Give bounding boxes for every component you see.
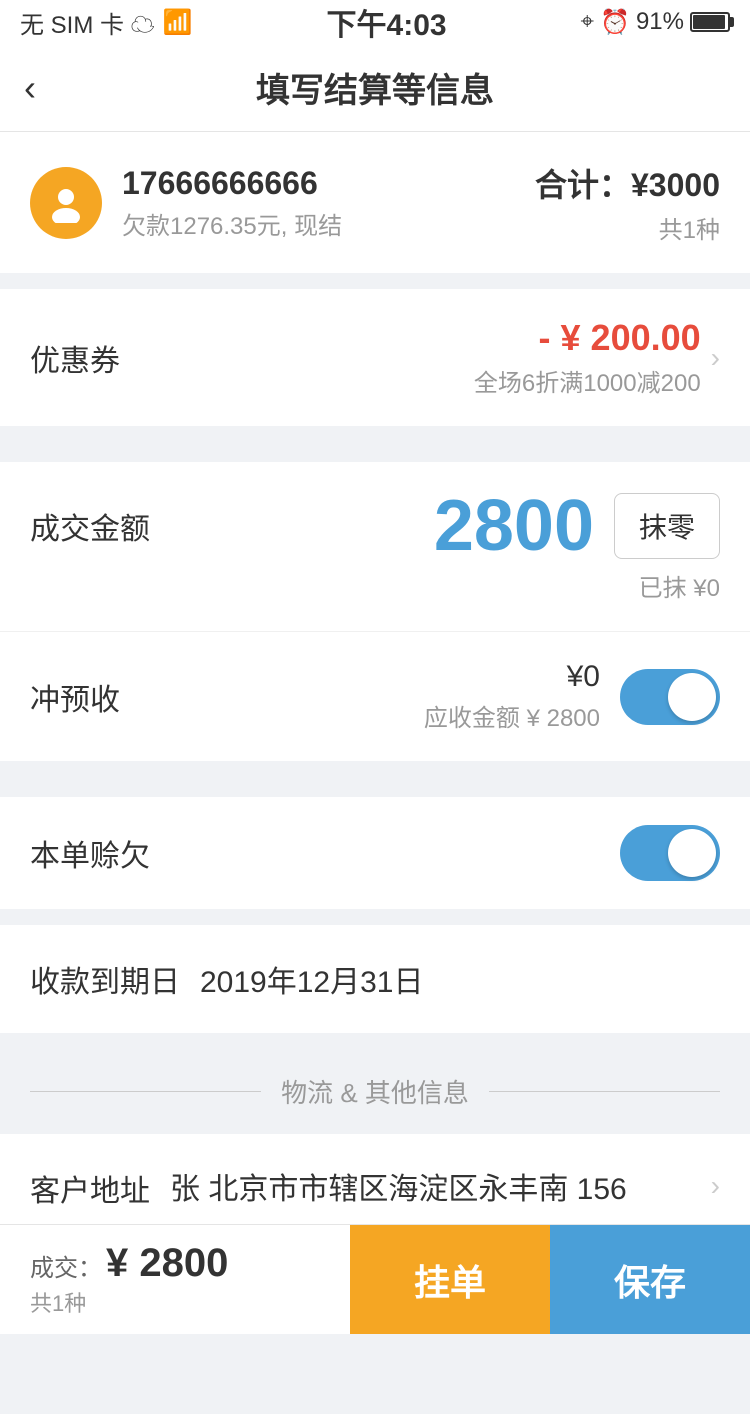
coupon-right: - ¥ 200.00 全场6折满1000减200 <box>120 317 701 398</box>
customer-row: 17666666666 欠款1276.35元, 现结 合计：¥3000 共1种 <box>0 132 750 273</box>
nav-bar: ‹ 填写结算等信息 <box>0 44 750 132</box>
amount-label: 成交金额 <box>30 504 150 548</box>
prepay-label: 冲预收 <box>30 675 120 719</box>
coupon-discount: - ¥ 200.00 <box>120 317 701 359</box>
prepay-amount: ¥0 <box>424 660 600 694</box>
page-title: 填写结算等信息 <box>256 63 494 112</box>
address-chevron-icon: › <box>711 1170 720 1202</box>
logistics-divider: 物流 & 其他信息 <box>0 1049 750 1134</box>
total-sub: 共1种 <box>535 210 720 245</box>
customer-info: 17666666666 欠款1276.35元, 现结 <box>122 165 535 241</box>
location-icon: ⌖ <box>581 8 595 36</box>
bottom-total-row: 成交： ¥ 2800 <box>30 1241 320 1286</box>
amount-value: 2800 <box>434 490 594 562</box>
bottom-count: 共1种 <box>30 1286 320 1318</box>
prepay-section: 冲预收 ¥0 应收金额 ¥ 2800 <box>0 631 750 761</box>
address-label: 客户地址 <box>30 1166 150 1210</box>
amount-right: 2800 抹零 <box>434 490 720 562</box>
section-divider-3 <box>0 1033 750 1049</box>
debt-label: 本单赊欠 <box>30 831 150 875</box>
bottom-info: 成交： ¥ 2800 共1种 <box>0 1225 350 1334</box>
toggle-knob <box>668 673 716 721</box>
prepay-toggle[interactable] <box>620 669 720 725</box>
coupon-desc: 全场6折满1000减200 <box>120 363 701 398</box>
prepay-amount-group: ¥0 应收金额 ¥ 2800 <box>424 660 600 733</box>
bottom-total-label: 成交： <box>30 1248 102 1283</box>
battery-icon <box>690 12 730 32</box>
amount-row: 成交金额 2800 抹零 <box>30 490 720 562</box>
coupon-row[interactable]: 优惠券 - ¥ 200.00 全场6折满1000减200 › <box>0 289 750 426</box>
round-down-button[interactable]: 抹零 <box>614 493 720 559</box>
bottom-bar: 成交： ¥ 2800 共1种 挂单 保存 <box>0 1224 750 1334</box>
coupon-label: 优惠券 <box>30 336 120 380</box>
alarm-icon: ⏰ <box>600 8 630 37</box>
avatar <box>30 167 102 239</box>
section-divider-1 <box>0 442 750 462</box>
debt-toggle-knob <box>668 829 716 877</box>
status-bar: 无 SIM 卡 ☁ ‪📶 下午4:03 ⌖ ⏰ 91% <box>0 0 750 44</box>
due-date-section: 收款到期日 2019年12月31日 <box>0 925 750 1033</box>
prepay-right: ¥0 应收金额 ¥ 2800 <box>424 660 720 733</box>
wifi-icon: ‪📶 <box>163 8 193 37</box>
customer-total: 合计：¥3000 共1种 <box>535 160 720 245</box>
due-date-value: 2019年12月31日 <box>200 957 423 1001</box>
total-amount: 合计：¥3000 <box>535 160 720 206</box>
logistics-label: 物流 & 其他信息 <box>281 1073 469 1110</box>
section-divider-2 <box>0 761 750 781</box>
save-button[interactable]: 保存 <box>550 1225 750 1334</box>
debt-toggle[interactable] <box>620 825 720 881</box>
divider-line-left <box>30 1091 261 1092</box>
amount-sub: 已抹 ¥0 <box>639 568 720 603</box>
debt-section: 本单赊欠 <box>0 797 750 909</box>
sim-text: 无 SIM 卡 ☁ <box>20 5 155 40</box>
battery-percent: 91% <box>636 8 684 36</box>
hold-button[interactable]: 挂单 <box>350 1225 550 1334</box>
status-time: 下午4:03 <box>327 0 447 44</box>
amount-sub-row: 已抹 ¥0 <box>30 568 720 603</box>
back-button[interactable]: ‹ <box>24 67 36 109</box>
customer-sub: 欠款1276.35元, 现结 <box>122 206 535 241</box>
amount-section: 成交金额 2800 抹零 已抹 ¥0 <box>0 462 750 631</box>
due-date-label: 收款到期日 <box>30 957 180 1001</box>
divider-line-right <box>489 1091 720 1092</box>
prepay-sub: 应收金额 ¥ 2800 <box>424 698 600 733</box>
status-right: ⌖ ⏰ 91% <box>581 8 730 37</box>
status-left: 无 SIM 卡 ☁ ‪📶 <box>20 5 193 40</box>
content-area: 17666666666 欠款1276.35元, 现结 合计：¥3000 共1种 … <box>0 132 750 1414</box>
prepay-row: 冲预收 ¥0 应收金额 ¥ 2800 <box>30 660 720 733</box>
coupon-chevron-icon: › <box>711 342 720 374</box>
user-icon <box>46 183 86 223</box>
bottom-amount: ¥ 2800 <box>106 1241 228 1286</box>
customer-phone: 17666666666 <box>122 165 535 202</box>
